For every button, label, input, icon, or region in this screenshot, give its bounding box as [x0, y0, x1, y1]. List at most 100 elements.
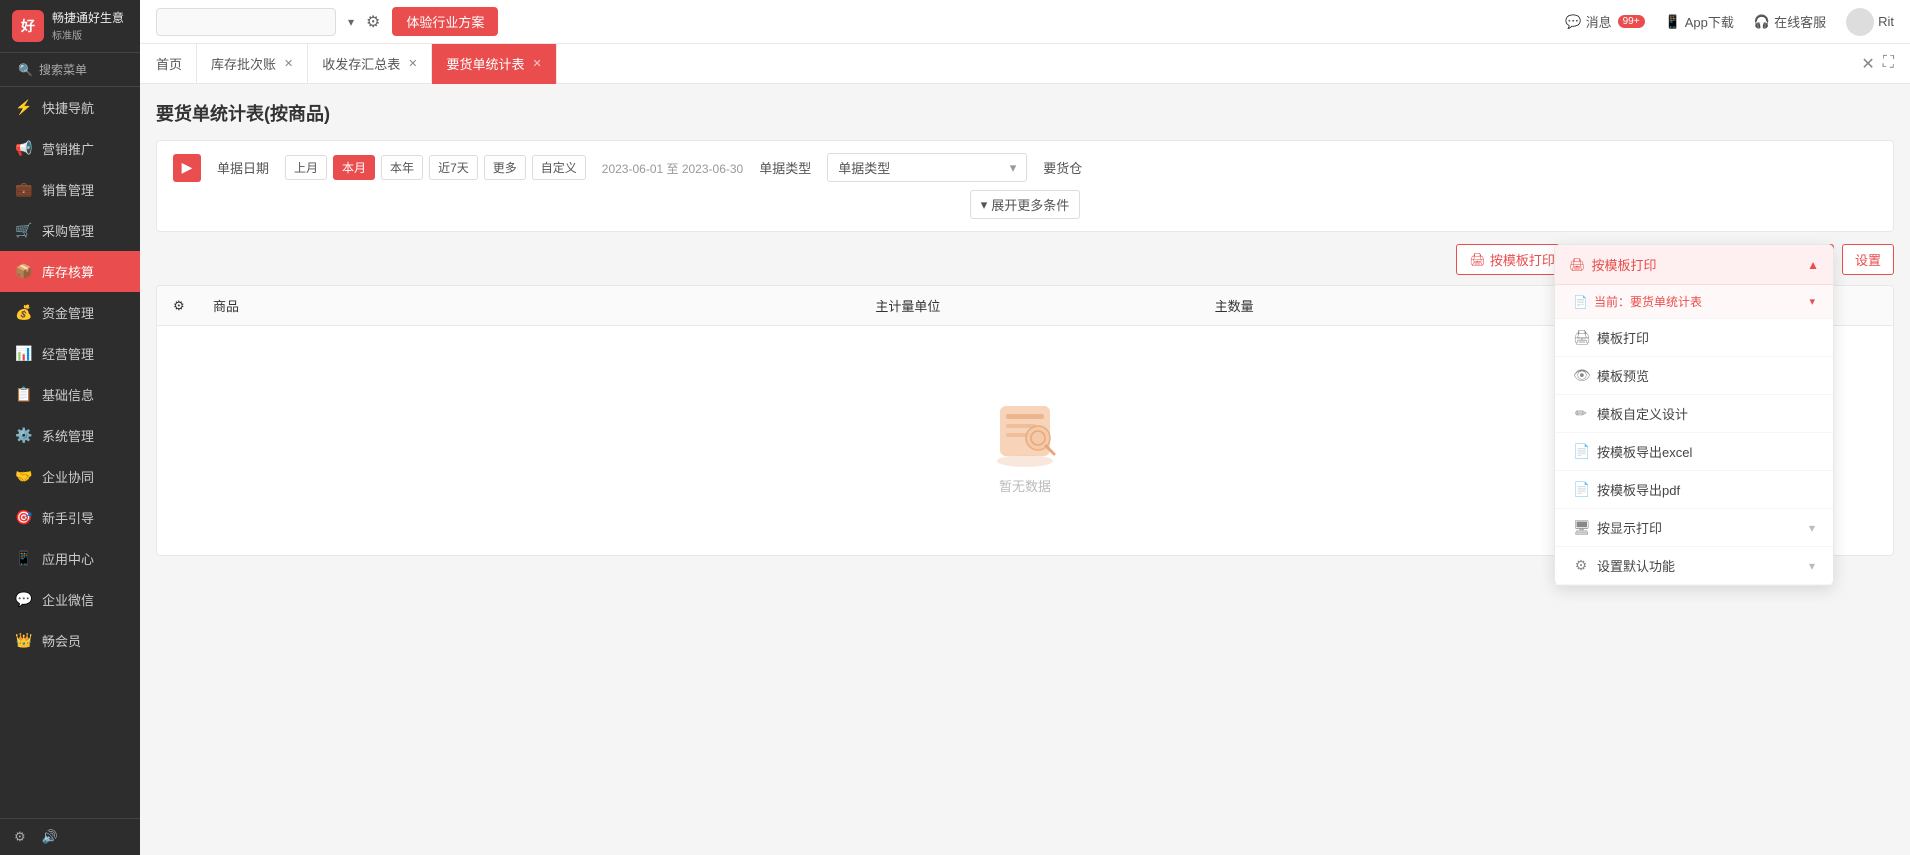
- dropdown-up-icon: ▲: [1807, 258, 1819, 272]
- dropdown-header[interactable]: 🖨 按模板打印 ▲: [1555, 245, 1833, 285]
- print-dropdown-menu: 🖨 按模板打印 ▲ 📄 当前：要货单统计表 ▾ 🖨 模板打印: [1554, 244, 1834, 586]
- tab-bar: 首页 库存批次账 ✕ 收发存汇总表 ✕ 要货单统计表 ✕ ✕ ⛶: [140, 44, 1910, 84]
- printer-icon: 🖨: [1469, 252, 1486, 268]
- doc-type-select[interactable]: 单据类型 ▾: [827, 153, 1027, 182]
- apps-icon: 📱: [14, 550, 34, 567]
- maximize-window-btn[interactable]: ⛶: [1883, 54, 1894, 74]
- expand-arrow-btn[interactable]: ▶: [173, 154, 201, 182]
- date-btn-custom[interactable]: 自定义: [532, 155, 586, 180]
- date-btn-7-days[interactable]: 近7天: [429, 155, 478, 180]
- sidebar-item-operations[interactable]: 📊 经营管理: [0, 333, 140, 374]
- sidebar-item-label: 资金管理: [42, 303, 94, 322]
- online-service-item[interactable]: 🎧 在线客服: [1754, 12, 1826, 31]
- date-btn-this-month[interactable]: 本月: [333, 155, 375, 180]
- member-icon: 👑: [14, 632, 34, 649]
- date-btn-this-year[interactable]: 本年: [381, 155, 423, 180]
- app-logo-icon: 好: [12, 10, 44, 42]
- app-download-item[interactable]: 📱 App下载: [1665, 12, 1734, 31]
- tab-batch-account[interactable]: 库存批次账 ✕: [197, 44, 308, 84]
- sidebar-item-basic[interactable]: 📋 基础信息: [0, 374, 140, 415]
- sidebar-item-quick-nav[interactable]: ⚡ 快捷导航: [0, 87, 140, 128]
- sidebar-item-purchase[interactable]: 🛒 采购管理: [0, 210, 140, 251]
- template-excel-label: 按模板导出excel: [1597, 442, 1692, 461]
- template-preview-label: 模板预览: [1597, 366, 1649, 385]
- sidebar-item-label: 应用中心: [42, 549, 94, 568]
- username-label: Rit: [1878, 14, 1894, 29]
- dropdown-item-template-excel[interactable]: 📄 按模板导出excel: [1555, 433, 1833, 471]
- topbar-dropdown[interactable]: ▾: [348, 15, 354, 29]
- template-design-icon: ✏: [1573, 405, 1589, 422]
- sidebar-item-label: 经营管理: [42, 344, 94, 363]
- tab-batch-account-close[interactable]: ✕: [284, 57, 293, 70]
- marketing-icon: 📢: [14, 140, 34, 157]
- th-settings[interactable]: ⚙: [165, 288, 205, 324]
- user-avatar-item[interactable]: Rit: [1846, 8, 1894, 36]
- current-template-row[interactable]: 📄 当前：要货单统计表 ▾: [1555, 285, 1833, 319]
- dropdown-printer-icon: 🖨: [1569, 257, 1586, 273]
- sidebar-item-marketing[interactable]: 📢 营销推广: [0, 128, 140, 169]
- sidebar-item-label: 企业协同: [42, 467, 94, 486]
- close-window-btn[interactable]: ✕: [1861, 54, 1874, 74]
- dropdown-item-template-pdf[interactable]: 📄 按模板导出pdf: [1555, 471, 1833, 509]
- dropdown-title: 🖨 按模板打印: [1569, 255, 1657, 274]
- sidebar-item-sales[interactable]: 💼 销售管理: [0, 169, 140, 210]
- template-print-icon: 🖨: [1573, 329, 1589, 346]
- settings-bottom-icon[interactable]: ⚙: [14, 829, 26, 845]
- sidebar-search[interactable]: 🔍 搜索菜单: [0, 53, 140, 87]
- online-service-label: 在线客服: [1774, 12, 1826, 31]
- dropdown-item-set-default[interactable]: ⚙ 设置默认功能 ▾: [1555, 547, 1833, 585]
- doc-type-arrow-icon: ▾: [1010, 160, 1017, 176]
- sidebar-item-apps[interactable]: 📱 应用中心: [0, 538, 140, 579]
- topbar-gear-icon[interactable]: ⚙: [366, 12, 380, 32]
- page-title: 要货单统计表(按商品): [156, 100, 1894, 126]
- display-print-label: 按显示打印: [1597, 518, 1662, 537]
- sidebar-item-newbie[interactable]: 🎯 新手引导: [0, 497, 140, 538]
- messages-item[interactable]: 💬 消息 99+: [1565, 12, 1644, 31]
- expand-more-label: 展开更多条件: [991, 195, 1069, 214]
- th-product: 商品: [205, 286, 867, 325]
- date-btn-last-month[interactable]: 上月: [285, 155, 327, 180]
- topbar-search-input[interactable]: [156, 8, 336, 36]
- th-unit: 主计量单位: [867, 286, 1206, 325]
- main-content: ▾ ⚙ 体验行业方案 💬 消息 99+ 📱 App下载 🎧 在线客服 Rit: [140, 0, 1910, 855]
- sidebar-logo: 好 畅捷通好生意 标准版: [0, 0, 140, 53]
- sidebar-item-wechat[interactable]: 💬 企业微信: [0, 579, 140, 620]
- date-range-display: 2023-06-01 至 2023-06-30: [602, 160, 743, 177]
- tab-home-label: 首页: [156, 54, 182, 73]
- dropdown-item-template-print[interactable]: 🖨 模板打印: [1555, 319, 1833, 357]
- sidebar-item-member[interactable]: 👑 畅会员: [0, 620, 140, 661]
- sidebar-item-inventory[interactable]: 📦 库存核算: [0, 251, 140, 292]
- tab-batch-account-label: 库存批次账: [211, 54, 276, 73]
- tab-order-stats[interactable]: 要货单统计表 ✕: [432, 44, 556, 84]
- tab-home[interactable]: 首页: [156, 44, 197, 84]
- dropdown-item-template-design[interactable]: ✏ 模板自定义设计: [1555, 395, 1833, 433]
- current-template-icon: 📄: [1573, 295, 1588, 309]
- dropdown-item-template-preview[interactable]: 👁 模板预览: [1555, 357, 1833, 395]
- download-icon: 📱: [1665, 14, 1681, 30]
- sidebar-item-label: 销售管理: [42, 180, 94, 199]
- sound-bottom-icon[interactable]: 🔊: [42, 829, 58, 845]
- quick-nav-icon: ⚡: [14, 99, 34, 116]
- template-excel-icon: 📄: [1573, 443, 1589, 460]
- sidebar-item-system[interactable]: ⚙️ 系统管理: [0, 415, 140, 456]
- operations-icon: 📊: [14, 345, 34, 362]
- doc-type-value: 单据类型: [838, 158, 890, 177]
- sidebar-item-finance[interactable]: 💰 资金管理: [0, 292, 140, 333]
- doc-type-label: 单据类型: [759, 158, 811, 177]
- trial-industry-button[interactable]: 体验行业方案: [392, 7, 498, 36]
- tab-collection-summary[interactable]: 收发存汇总表 ✕: [308, 44, 432, 84]
- topbar-right: 💬 消息 99+ 📱 App下载 🎧 在线客服 Rit: [1565, 8, 1894, 36]
- print-template-label: 按模板打印: [1490, 250, 1555, 269]
- dropdown-item-display-print[interactable]: 🖥 按显示打印 ▾: [1555, 509, 1833, 547]
- order-warehouse-label: 要货仓: [1043, 158, 1082, 177]
- tab-order-stats-close[interactable]: ✕: [533, 57, 542, 70]
- sidebar-item-label: 新手引导: [42, 508, 94, 527]
- display-print-icon: 🖥: [1573, 519, 1589, 536]
- sidebar-item-enterprise[interactable]: 🤝 企业协同: [0, 456, 140, 497]
- settings-btn[interactable]: 设置: [1842, 244, 1894, 275]
- current-template-label: 📄 当前：要货单统计表: [1573, 293, 1702, 310]
- tab-collection-summary-close[interactable]: ✕: [408, 57, 417, 70]
- date-btn-more[interactable]: 更多: [484, 155, 526, 180]
- empty-state-icon: [980, 386, 1070, 476]
- expand-more-btn[interactable]: ▾ 展开更多条件: [970, 190, 1081, 219]
